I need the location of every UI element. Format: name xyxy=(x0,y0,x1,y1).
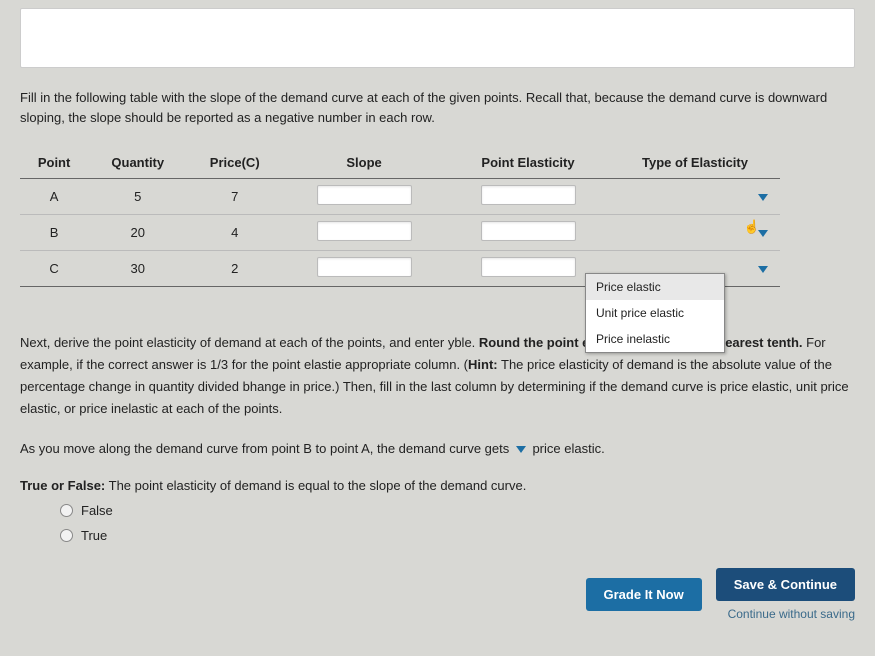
radio-false[interactable]: False xyxy=(60,503,855,518)
col-point: Point xyxy=(20,147,88,179)
radio-label: False xyxy=(81,503,113,518)
table-row: A 5 7 xyxy=(20,179,780,215)
dropdown-option-elastic[interactable]: Price elastic xyxy=(586,274,724,300)
cell-quantity: 30 xyxy=(88,251,187,287)
type-dropdown-a[interactable] xyxy=(758,194,768,201)
explanation-paragraph: Next, derive the point elasticity of dem… xyxy=(20,332,855,420)
radio-label: True xyxy=(81,528,107,543)
dropdown-option-inelastic[interactable]: Price inelastic xyxy=(586,326,724,352)
cell-price: 4 xyxy=(187,215,282,251)
col-slope: Slope xyxy=(282,147,446,179)
save-continue-button[interactable]: Save & Continue xyxy=(716,568,855,601)
grade-button[interactable]: Grade It Now xyxy=(586,578,702,611)
cell-quantity: 5 xyxy=(88,179,187,215)
instructions-text: Fill in the following table with the slo… xyxy=(20,88,855,127)
cell-point: C xyxy=(20,251,88,287)
cell-price: 2 xyxy=(187,251,282,287)
elasticity-input-c[interactable] xyxy=(481,257,576,277)
answer-box[interactable] xyxy=(20,8,855,68)
slope-input-b[interactable] xyxy=(317,221,412,241)
move-question: As you move along the demand curve from … xyxy=(20,438,855,460)
type-dropdown-c[interactable] xyxy=(758,266,768,273)
cell-point: A xyxy=(20,179,88,215)
continue-without-saving-link[interactable]: Continue without saving xyxy=(728,607,855,621)
elasticity-input-b[interactable] xyxy=(481,221,576,241)
slope-input-a[interactable] xyxy=(317,185,412,205)
move-dropdown[interactable] xyxy=(516,446,526,453)
true-false-prompt: True or False: The point elasticity of d… xyxy=(20,478,855,493)
cell-quantity: 20 xyxy=(88,215,187,251)
data-table: Point Quantity Price(C) Slope Point Elas… xyxy=(20,147,855,287)
radio-true[interactable]: True xyxy=(60,528,855,543)
col-price: Price(C) xyxy=(187,147,282,179)
col-quantity: Quantity xyxy=(88,147,187,179)
type-dropdown-b[interactable] xyxy=(758,230,768,237)
col-type: Type of Elasticity xyxy=(610,147,780,179)
table-row: C 30 2 Price elastic Unit price elastic … xyxy=(20,251,780,287)
elasticity-input-a[interactable] xyxy=(481,185,576,205)
type-dropdown-menu: Price elastic Unit price elastic Price i… xyxy=(585,273,725,353)
dropdown-option-unit[interactable]: Unit price elastic xyxy=(586,300,724,326)
col-elasticity: Point Elasticity xyxy=(446,147,610,179)
cell-price: 7 xyxy=(187,179,282,215)
cell-point: B xyxy=(20,215,88,251)
radio-icon xyxy=(60,504,73,517)
slope-input-c[interactable] xyxy=(317,257,412,277)
table-row: B 20 4 ☝ xyxy=(20,215,780,251)
radio-icon xyxy=(60,529,73,542)
